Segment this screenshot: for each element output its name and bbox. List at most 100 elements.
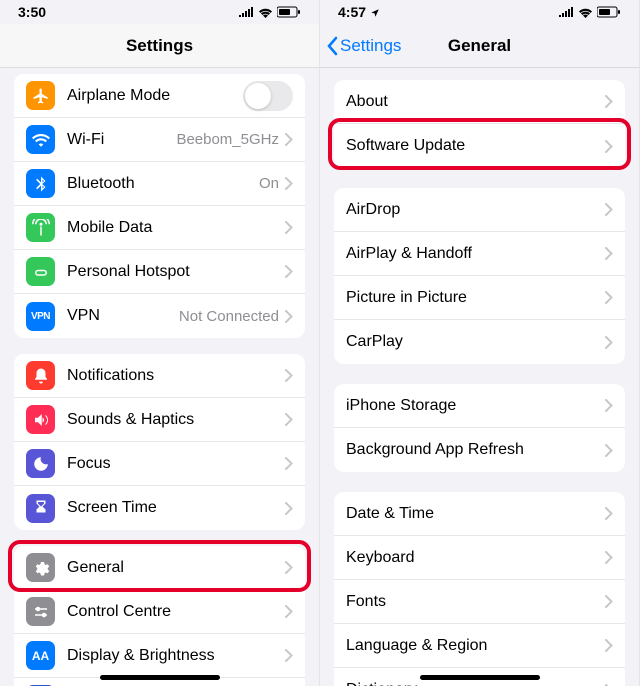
bell-icon (26, 361, 55, 390)
page-title: Settings (126, 36, 193, 56)
row-airplane-mode[interactable]: Airplane Mode (14, 74, 305, 118)
status-indicators (558, 6, 621, 18)
chevron-right-icon (605, 291, 613, 304)
chevron-right-icon (605, 203, 613, 216)
status-indicators (238, 6, 301, 18)
row-label: Focus (67, 455, 285, 473)
row-label: iPhone Storage (346, 397, 605, 415)
row-label: Sounds & Haptics (67, 411, 285, 429)
row-label: Wi-Fi (67, 131, 176, 149)
row-iphone-storage[interactable]: iPhone Storage (334, 384, 625, 428)
row-label: Background App Refresh (346, 441, 605, 459)
chevron-right-icon (285, 177, 293, 190)
chevron-right-icon (605, 551, 613, 564)
row-label: Notifications (67, 367, 285, 385)
row-airplay-handoff[interactable]: AirPlay & Handoff (334, 232, 625, 276)
chevron-right-icon (605, 399, 613, 412)
nav-bar: Settings General (320, 24, 639, 68)
row-general[interactable]: General (14, 546, 305, 590)
row-label: Display & Brightness (67, 647, 285, 665)
row-notifications[interactable]: Notifications (14, 354, 305, 398)
vpn-icon: VPN (26, 302, 55, 331)
group-airdrop: AirDrop AirPlay & Handoff Picture in Pic… (334, 188, 625, 364)
row-display-brightness[interactable]: AA Display & Brightness (14, 634, 305, 678)
chevron-right-icon (285, 605, 293, 618)
row-label: Picture in Picture (346, 289, 605, 307)
wifi-icon (26, 125, 55, 154)
chevron-right-icon (285, 413, 293, 426)
row-label: About (346, 93, 605, 111)
row-background-app-refresh[interactable]: Background App Refresh (334, 428, 625, 472)
status-time: 4:57 (338, 4, 380, 20)
back-button[interactable]: Settings (326, 36, 401, 56)
row-airdrop[interactable]: AirDrop (334, 188, 625, 232)
row-label: AirDrop (346, 201, 605, 219)
page-title: General (448, 36, 511, 56)
row-label: Mobile Data (67, 219, 285, 237)
row-about[interactable]: About (334, 80, 625, 124)
row-label: Control Centre (67, 603, 285, 621)
row-label: Software Update (346, 137, 605, 155)
row-label: Language & Region (346, 637, 605, 655)
chevron-left-icon (326, 36, 338, 56)
row-label: Bluetooth (67, 175, 259, 193)
hotspot-icon (26, 257, 55, 286)
row-label: Airplane Mode (67, 87, 243, 105)
airplane-icon (26, 81, 55, 110)
row-sounds-haptics[interactable]: Sounds & Haptics (14, 398, 305, 442)
chevron-right-icon (285, 502, 293, 515)
row-fonts[interactable]: Fonts (334, 580, 625, 624)
row-value: Beebom_5GHz (176, 131, 279, 148)
status-time: 3:50 (18, 4, 46, 20)
chevron-right-icon (285, 265, 293, 278)
row-language-region[interactable]: Language & Region (334, 624, 625, 668)
row-carplay[interactable]: CarPlay (334, 320, 625, 364)
row-software-update[interactable]: Software Update (334, 124, 625, 168)
chevron-right-icon (285, 649, 293, 662)
group-datetime: Date & Time Keyboard Fonts Language & Re… (334, 492, 625, 686)
row-control-centre[interactable]: Control Centre (14, 590, 305, 634)
group-storage: iPhone Storage Background App Refresh (334, 384, 625, 472)
home-indicator[interactable] (420, 675, 540, 680)
home-indicator[interactable] (100, 675, 220, 680)
status-bar: 3:50 (0, 0, 319, 24)
row-bluetooth[interactable]: Bluetooth On (14, 162, 305, 206)
row-screen-time[interactable]: Screen Time (14, 486, 305, 530)
chevron-right-icon (605, 639, 613, 652)
row-date-time[interactable]: Date & Time (334, 492, 625, 536)
status-bar: 4:57 (320, 0, 639, 24)
chevron-right-icon (285, 457, 293, 470)
row-picture-in-picture[interactable]: Picture in Picture (334, 276, 625, 320)
chevron-right-icon (605, 247, 613, 260)
chevron-right-icon (285, 133, 293, 146)
row-label: VPN (67, 307, 179, 325)
row-value: On (259, 175, 279, 192)
group-general: General Control Centre AA Display & Brig… (14, 546, 305, 686)
row-personal-hotspot[interactable]: Personal Hotspot (14, 250, 305, 294)
gear-icon (26, 553, 55, 582)
chevron-right-icon (605, 444, 613, 457)
back-label: Settings (340, 36, 401, 56)
row-label: AirPlay & Handoff (346, 245, 605, 263)
hourglass-icon (26, 494, 55, 523)
text-size-icon: AA (26, 641, 55, 670)
row-mobile-data[interactable]: Mobile Data (14, 206, 305, 250)
chevron-right-icon (285, 561, 293, 574)
row-label: Dictionary (346, 681, 605, 686)
row-wifi[interactable]: Wi-Fi Beebom_5GHz (14, 118, 305, 162)
row-keyboard[interactable]: Keyboard (334, 536, 625, 580)
row-focus[interactable]: Focus (14, 442, 305, 486)
row-vpn[interactable]: VPN VPN Not Connected (14, 294, 305, 338)
group-notifications: Notifications Sounds & Haptics Focus Scr… (14, 354, 305, 530)
airplane-toggle[interactable] (243, 81, 293, 111)
row-label: Personal Hotspot (67, 263, 285, 281)
settings-list[interactable]: Airplane Mode Wi-Fi Beebom_5GHz Bluetoot… (0, 68, 319, 686)
general-list[interactable]: About Software Update AirDrop AirPlay & … (320, 68, 639, 686)
row-label: Date & Time (346, 505, 605, 523)
chevron-right-icon (285, 369, 293, 382)
chevron-right-icon (285, 221, 293, 234)
row-label: Screen Time (67, 499, 285, 517)
row-label: Fonts (346, 593, 605, 611)
chevron-right-icon (605, 336, 613, 349)
group-connectivity: Airplane Mode Wi-Fi Beebom_5GHz Bluetoot… (14, 74, 305, 338)
